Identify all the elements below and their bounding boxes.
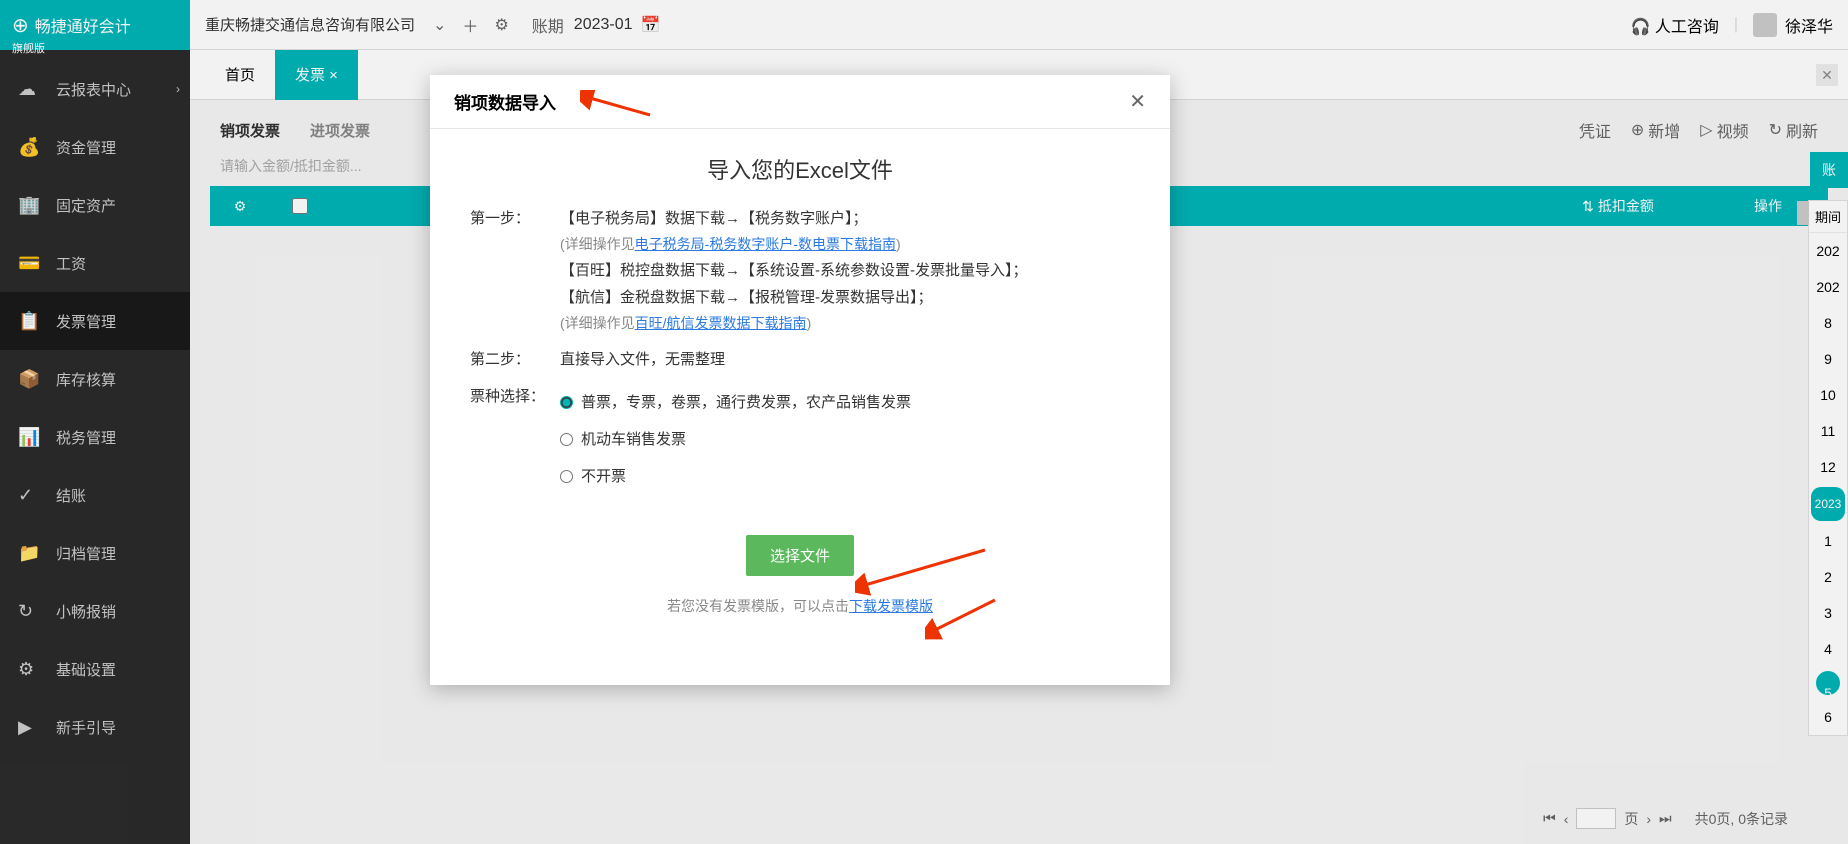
- ticket-type-option-vehicle[interactable]: 机动车销售发票: [560, 426, 1130, 453]
- ticket-type-option-none[interactable]: 不开票: [560, 463, 1130, 490]
- step1-line1: 【电子税务局】数据下载→【税务数字账户】；: [560, 205, 1130, 232]
- tax-download-guide-link[interactable]: 电子税务局-税务数字账户-数电票下载指南: [635, 236, 896, 252]
- download-template-link[interactable]: 下载发票模版: [849, 598, 933, 614]
- step2-label: 第二步：: [470, 346, 560, 373]
- step1-line3: 【航信】金税盘数据下载→【报税管理-发票数据导出】；: [560, 284, 1130, 311]
- step1-line2: 【百旺】税控盘数据下载→【系统设置-系统参数设置-发票批量导入】；: [560, 257, 1130, 284]
- step2-text: 直接导入文件，无需整理: [560, 346, 1130, 373]
- template-hint: 若您没有发票模版，可以点击下载发票模版: [470, 596, 1130, 616]
- import-modal: 销项数据导入 ✕ 导入您的Excel文件 第一步： 【电子税务局】数据下载→【税…: [430, 75, 1170, 685]
- step1-label: 第一步：: [470, 205, 560, 336]
- close-icon[interactable]: ✕: [1129, 89, 1146, 114]
- choose-file-button[interactable]: 选择文件: [746, 535, 854, 576]
- ticket-type-option-general[interactable]: 普票，专票，卷票，通行费发票，农产品销售发票: [560, 389, 1130, 416]
- modal-header: 销项数据导入 ✕: [430, 75, 1170, 129]
- ticket-type-label: 票种选择：: [470, 383, 560, 500]
- baiwang-guide-link[interactable]: 百旺/航信发票数据下载指南: [635, 315, 807, 331]
- modal-title: 销项数据导入: [454, 89, 556, 114]
- modal-heading: 导入您的Excel文件: [470, 153, 1130, 185]
